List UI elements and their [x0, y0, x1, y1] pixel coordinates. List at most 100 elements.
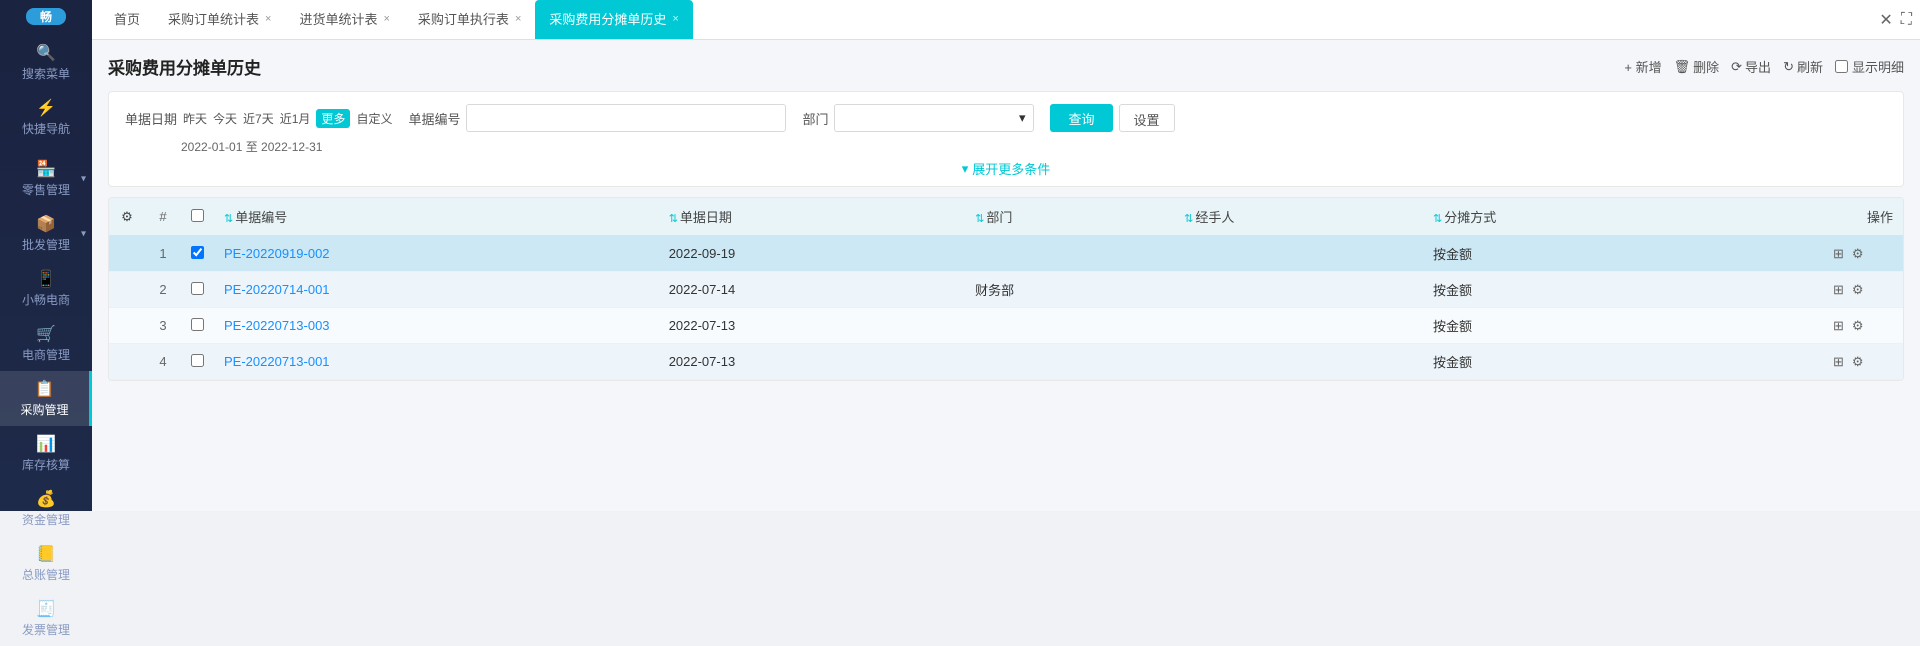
tab-close-purchase-order-stats[interactable]: ×: [265, 13, 271, 25]
sidebar-item-shortcut[interactable]: ⚡ 快捷导航: [0, 90, 92, 145]
sidebar-item-search[interactable]: 🔍 搜索菜单: [0, 35, 92, 90]
search-icon: 🔍: [4, 43, 88, 63]
row-dept-1: 财务部: [965, 272, 1174, 308]
delete-button[interactable]: 🗑 删除: [1674, 57, 1720, 76]
table-row: 2 PE-20220714-001 2022-07-14 财务部 按金额 ⊞ ⚙: [109, 272, 1903, 308]
search-panel: 单据日期 昨天 今天 近7天 近1月 更多 自定义 单据编号: [108, 91, 1904, 187]
doc-no-input[interactable]: [466, 104, 786, 132]
settings-button[interactable]: 设置: [1119, 104, 1175, 132]
page-header: 采购费用分摊单历史 + 新增 🗑 删除 ⟳ 导出 ↻ 刷新 显示明细: [108, 54, 1904, 79]
sidebar-item-ledger-label: 总账管理: [4, 566, 88, 583]
shortcut-custom[interactable]: 自定义: [356, 110, 392, 127]
search-row-1: 单据日期 昨天 今天 近7天 近1月 更多 自定义 单据编号: [125, 104, 1887, 132]
sidebar-item-invoice-label: 发票管理: [4, 621, 88, 638]
view-icon-3[interactable]: ⊞: [1833, 354, 1844, 370]
view-icon-1[interactable]: ⊞: [1833, 282, 1844, 298]
shortcut-icon: ⚡: [4, 98, 88, 118]
sidebar-item-purchase-label: 采购管理: [4, 401, 85, 418]
view-icon-0[interactable]: ⊞: [1833, 246, 1844, 262]
add-button[interactable]: + 新增: [1624, 57, 1661, 76]
delete-icon: 🗑: [1674, 59, 1691, 75]
row-checkbox-2[interactable]: [181, 308, 214, 344]
more-icon-3[interactable]: ⚙: [1852, 354, 1864, 370]
row-checkbox-3[interactable]: [181, 344, 214, 380]
row-doc-no-3[interactable]: PE-20220713-001: [214, 344, 659, 380]
export-button[interactable]: ⟳ 导出: [1731, 57, 1771, 76]
sidebar-item-ecom-label: 电商管理: [4, 346, 88, 363]
shortcut-more[interactable]: 更多: [316, 109, 350, 128]
sidebar-item-inventory-label: 库存核算: [4, 456, 88, 473]
wholesale-icon: 📦: [4, 214, 88, 234]
row-doc-no-1[interactable]: PE-20220714-001: [214, 272, 659, 308]
row-doc-date-3: 2022-07-13: [659, 344, 965, 380]
row-doc-no-2[interactable]: PE-20220713-003: [214, 308, 659, 344]
th-handler[interactable]: ⇅经手人: [1174, 198, 1423, 236]
maximize-icon[interactable]: ⛶: [1901, 11, 1912, 29]
sidebar-item-invoice[interactable]: 🧾 发票管理: [0, 591, 92, 646]
chevron-down-icon-2: ▾: [81, 228, 86, 239]
expand-icon: ▾: [962, 161, 969, 177]
sidebar-item-retail[interactable]: 🏪 零售管理 ▾: [0, 151, 92, 206]
sidebar-item-finance-label: 资金管理: [4, 511, 88, 528]
tab-receipt-stats[interactable]: 进货单统计表 ×: [285, 0, 403, 39]
dept-label: 部门: [802, 109, 828, 128]
date-shortcuts: 昨天 今天 近7天 近1月 更多 自定义: [183, 109, 392, 128]
close-all-tabs-icon[interactable]: ✕: [1879, 10, 1892, 30]
shortcut-7days[interactable]: 近7天: [243, 110, 274, 127]
row-doc-no-0[interactable]: PE-20220919-002: [214, 236, 659, 272]
show-col-toggle[interactable]: 显示明细: [1835, 57, 1904, 76]
row-checkbox-1[interactable]: [181, 272, 214, 308]
data-table: ⚙ # ⇅单据编号 ⇅单据日期 ⇅部门 ⇅经手人 ⇅分摊方式 操作: [108, 197, 1904, 381]
dept-select[interactable]: ▾: [834, 104, 1034, 132]
sidebar-item-inventory[interactable]: 📊 库存核算: [0, 426, 92, 481]
view-icon-2[interactable]: ⊞: [1833, 318, 1844, 334]
more-icon-0[interactable]: ⚙: [1852, 246, 1864, 262]
th-split-method[interactable]: ⇅分摊方式: [1423, 198, 1823, 236]
row-num-1: 2: [145, 272, 181, 308]
tab-close-purchase-cost-split[interactable]: ×: [672, 13, 678, 25]
refresh-button[interactable]: ↻ 刷新: [1783, 57, 1823, 76]
shortcut-1month[interactable]: 近1月: [280, 110, 311, 127]
row-checkbox-0[interactable]: [181, 236, 214, 272]
row-handler-1: [1174, 272, 1423, 308]
page-title: 采购费用分摊单历史: [108, 54, 261, 79]
inventory-icon: 📊: [4, 434, 88, 454]
retail-icon: 🏪: [4, 159, 88, 179]
sidebar-item-wholesale[interactable]: 📦 批发管理 ▾: [0, 206, 92, 261]
sidebar-item-mini[interactable]: 📱 小畅电商: [0, 261, 92, 316]
shortcut-today[interactable]: 今天: [213, 110, 237, 127]
row-action-1: ⊞ ⚙: [1823, 272, 1903, 308]
sidebar-item-finance[interactable]: 💰 资金管理: [0, 481, 92, 536]
th-doc-date[interactable]: ⇅单据日期: [659, 198, 965, 236]
sidebar-item-purchase[interactable]: 📋 采购管理: [0, 371, 92, 426]
doc-no-field: 单据编号: [408, 104, 786, 132]
tab-purchase-order-exec[interactable]: 采购订单执行表 ×: [404, 0, 535, 39]
th-dept[interactable]: ⇅部门: [965, 198, 1174, 236]
date-range-display: 2022-01-01 至 2022-12-31: [125, 138, 1887, 155]
tab-home[interactable]: 首页: [100, 0, 154, 39]
ledger-icon: 📒: [4, 544, 88, 564]
sidebar-item-shortcut-label: 快捷导航: [4, 120, 88, 137]
shortcut-yesterday[interactable]: 昨天: [183, 110, 207, 127]
row-doc-date-0: 2022-09-19: [659, 236, 965, 272]
th-doc-no[interactable]: ⇅单据编号: [214, 198, 659, 236]
sidebar-item-ecom[interactable]: 🛒 电商管理: [0, 316, 92, 371]
chevron-down-icon: ▾: [81, 173, 86, 184]
select-all-checkbox[interactable]: [191, 209, 204, 222]
more-icon-1[interactable]: ⚙: [1852, 282, 1864, 298]
th-num: #: [145, 198, 181, 236]
search-button[interactable]: 查询: [1050, 104, 1112, 132]
more-icon-2[interactable]: ⚙: [1852, 318, 1864, 334]
show-col-checkbox[interactable]: [1835, 60, 1848, 73]
tab-bar-actions: ✕ ⛶: [1879, 10, 1912, 30]
main-content: 首页 采购订单统计表 × 进货单统计表 × 采购订单执行表 × 采购费用分摊单历…: [92, 0, 1920, 511]
expand-more-btn[interactable]: ▾ 展开更多条件: [125, 159, 1887, 178]
tab-purchase-cost-split[interactable]: 采购费用分摊单历史 ×: [535, 0, 692, 39]
tab-close-purchase-order-exec[interactable]: ×: [515, 13, 521, 25]
tab-close-receipt-stats[interactable]: ×: [383, 13, 389, 25]
sidebar-item-ledger[interactable]: 📒 总账管理: [0, 536, 92, 591]
th-settings[interactable]: ⚙: [109, 198, 145, 236]
row-split-method-0: 按金额: [1423, 236, 1823, 272]
tab-purchase-order-stats[interactable]: 采购订单统计表 ×: [154, 0, 285, 39]
table-row: 3 PE-20220713-003 2022-07-13 按金额 ⊞ ⚙: [109, 308, 1903, 344]
